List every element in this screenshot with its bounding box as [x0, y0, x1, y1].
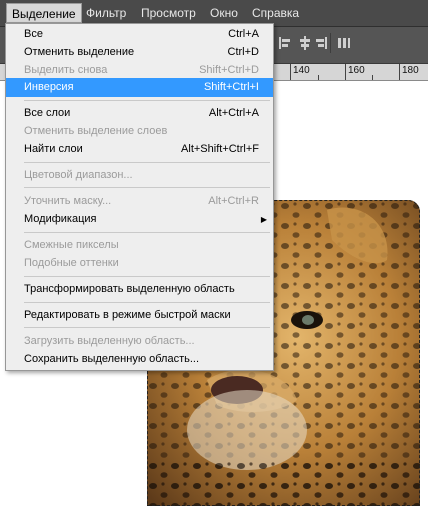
ruler-label: 180	[402, 65, 419, 76]
distribute-icon[interactable]	[337, 35, 351, 51]
menu-item-all[interactable]: Все Ctrl+A	[6, 25, 273, 44]
align-center-icon[interactable]	[298, 35, 312, 51]
menu-item-load-selection[interactable]: Загрузить выделенную область...	[6, 332, 273, 351]
menu-item-save-selection[interactable]: Сохранить выделенную область...	[6, 350, 273, 369]
menu-view[interactable]: Просмотр	[136, 3, 201, 23]
menu-separator	[24, 276, 270, 277]
menu-item-deselect-layers[interactable]: Отменить выделение слоев	[6, 122, 273, 141]
menu-filter[interactable]: Фильтр	[81, 3, 131, 23]
menu-separator	[24, 100, 270, 101]
menu-item-similar[interactable]: Подобные оттенки	[6, 254, 273, 273]
ruler-tick	[399, 64, 400, 80]
ruler-tick	[318, 75, 319, 80]
menu-item-refine-mask[interactable]: Уточнить маску... Alt+Ctrl+R	[6, 192, 273, 211]
menu-item-quick-mask[interactable]: Редактировать в режиме быстрой маски	[6, 306, 273, 325]
menu-separator	[24, 302, 270, 303]
align-right-icon[interactable]	[314, 35, 328, 51]
menu-separator	[24, 162, 270, 163]
ruler-tick	[372, 75, 373, 80]
menu-separator	[24, 327, 270, 328]
ruler-tick	[345, 64, 346, 80]
menu-window[interactable]: Окно	[205, 3, 243, 23]
ruler-label: 160	[348, 65, 365, 76]
ruler-label: 140	[293, 65, 310, 76]
menu-item-grow[interactable]: Смежные пикселы	[6, 236, 273, 255]
menu-separator	[24, 187, 270, 188]
submenu-arrow-icon: ▶	[260, 215, 267, 224]
menu-item-transform-selection[interactable]: Трансформировать выделенную область	[6, 280, 273, 299]
menu-item-find-layers[interactable]: Найти слои Alt+Shift+Ctrl+F	[6, 140, 273, 159]
menu-item-inverse[interactable]: Инверсия Shift+Ctrl+I	[6, 78, 273, 97]
menu-item-modify[interactable]: Модификация ▶	[6, 210, 273, 229]
toolbar-separator	[330, 33, 331, 53]
menu-separator	[24, 232, 270, 233]
menu-item-deselect[interactable]: Отменить выделение Ctrl+D	[6, 43, 273, 62]
menu-item-all-layers[interactable]: Все слои Alt+Ctrl+A	[6, 104, 273, 123]
menu-item-color-range[interactable]: Цветовой диапазон...	[6, 166, 273, 185]
menu-selection[interactable]: Выделение	[6, 3, 82, 23]
selection-dropdown-menu: Все Ctrl+A Отменить выделение Ctrl+D Выд…	[5, 23, 274, 371]
menu-help[interactable]: Справка	[247, 3, 304, 23]
align-left-icon[interactable]	[278, 35, 292, 51]
ruler-tick	[290, 64, 291, 80]
